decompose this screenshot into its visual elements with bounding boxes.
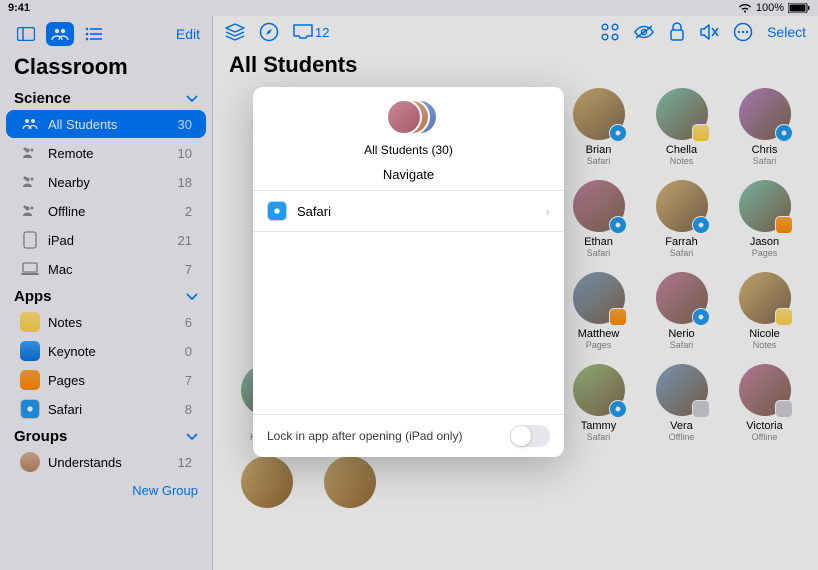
lock-toggle[interactable] bbox=[510, 425, 550, 447]
popover-title: All Students (30) bbox=[253, 143, 564, 157]
popover-row-safari[interactable]: Safari › bbox=[253, 191, 564, 232]
popover-nav-label: Navigate bbox=[253, 157, 564, 190]
safari-icon bbox=[267, 201, 287, 221]
chevron-right-icon: › bbox=[546, 204, 550, 219]
navigate-popover: All Students (30) Navigate Safari › Lock… bbox=[253, 87, 564, 457]
popover-footer-label: Lock in app after opening (iPad only) bbox=[267, 429, 462, 443]
popover-avatar-stack bbox=[374, 95, 444, 139]
